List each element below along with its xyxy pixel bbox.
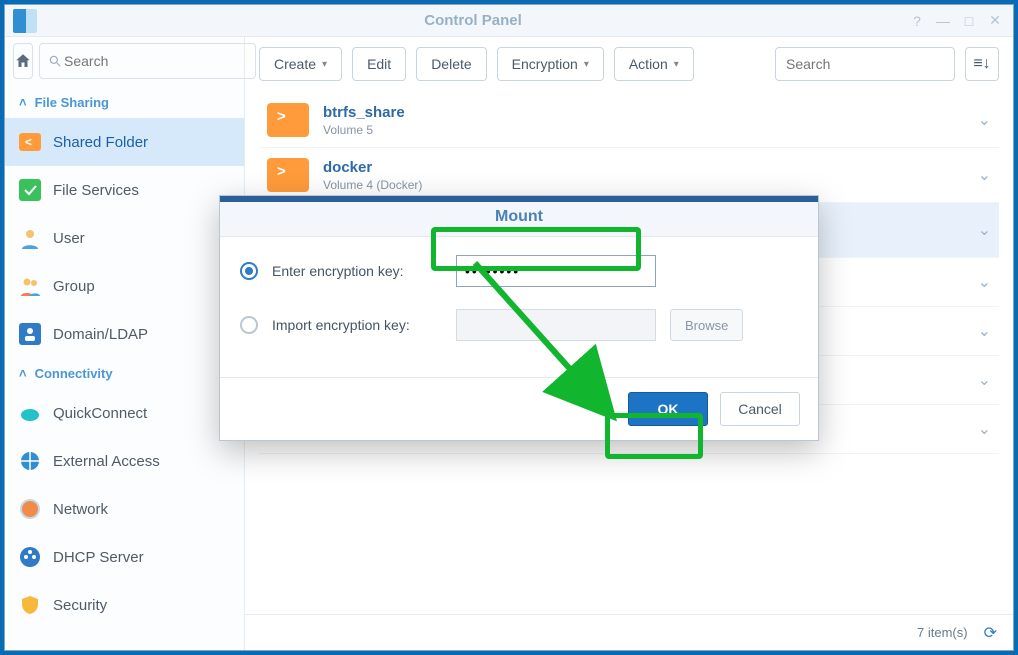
globe-icon (19, 450, 41, 472)
sidebar-search[interactable] (39, 43, 256, 79)
network-icon (19, 498, 41, 520)
sort-button[interactable]: ≡↓ (965, 47, 999, 81)
folder-row[interactable]: btrfs_share Volume 5 ⌄ (259, 93, 999, 148)
sidebar-item-file-services[interactable]: File Services (5, 166, 244, 214)
sidebar-item-dhcp-server[interactable]: DHCP Server (5, 533, 244, 581)
sidebar-group-file-sharing[interactable]: ˄ File Sharing (5, 87, 244, 118)
radio-import-key[interactable] (240, 316, 258, 334)
sidebar-item-label: User (53, 230, 85, 247)
svg-text:<: < (25, 135, 32, 149)
caret-down-icon: ▾ (322, 59, 327, 70)
import-key-label: Import encryption key: (272, 317, 442, 333)
sidebar-item-quickconnect[interactable]: QuickConnect (5, 389, 244, 437)
content-search[interactable] (775, 47, 955, 81)
close-icon[interactable]: ✕ (987, 13, 1003, 29)
folder-icon (267, 103, 309, 137)
cancel-button[interactable]: Cancel (720, 392, 800, 426)
sidebar-item-security[interactable]: Security (5, 581, 244, 629)
folder-sub: Volume 5 (323, 123, 964, 137)
dhcp-icon (19, 546, 41, 568)
share-folder-icon: < (19, 131, 41, 153)
chevron-down-icon[interactable]: ⌄ (978, 110, 991, 130)
control-panel-window: Control Panel ? — □ ✕ ˄ File Sharing (4, 4, 1014, 651)
chevron-down-icon[interactable]: ⌄ (978, 370, 991, 390)
chevron-up-icon: ˄ (19, 95, 27, 110)
cloud-icon (19, 402, 41, 424)
chevron-down-icon[interactable]: ⌄ (978, 272, 991, 292)
shield-icon (19, 594, 41, 616)
encryption-button[interactable]: Encryption▾ (497, 47, 604, 81)
sidebar-item-label: Group (53, 278, 95, 295)
domain-icon (19, 323, 41, 345)
group-icon (19, 275, 41, 297)
item-count: 7 item(s) (917, 625, 968, 640)
enter-key-label: Enter encryption key: (272, 263, 442, 279)
refresh-icon[interactable]: ⟳ (984, 623, 997, 643)
sidebar-item-label: Shared Folder (53, 134, 148, 151)
sidebar-item-label: Network (53, 501, 108, 518)
mount-dialog: Mount Enter encryption key: Import encry… (219, 195, 819, 441)
sidebar-item-label: File Services (53, 182, 139, 199)
status-bar: 7 item(s) ⟳ (245, 614, 1013, 650)
sidebar-item-label: External Access (53, 453, 160, 470)
chevron-down-icon[interactable]: ⌄ (978, 419, 991, 439)
encryption-key-input[interactable] (456, 255, 656, 287)
minimize-icon[interactable]: — (935, 13, 951, 29)
chevron-down-icon[interactable]: ⌄ (978, 220, 991, 240)
ok-button[interactable]: OK (628, 392, 708, 426)
action-button[interactable]: Action▾ (614, 47, 694, 81)
toolbar: Create▾ Edit Delete Encryption▾ Action▾ … (245, 37, 1013, 93)
import-key-path (456, 309, 656, 341)
sidebar-item-shared-folder[interactable]: < Shared Folder (5, 118, 244, 166)
sidebar-item-label: Domain/LDAP (53, 326, 148, 343)
content-search-input[interactable] (784, 55, 969, 73)
browse-button: Browse (670, 309, 743, 341)
chevron-down-icon[interactable]: ⌄ (978, 165, 991, 185)
folder-icon (267, 158, 309, 192)
sidebar-item-domain-ldap[interactable]: Domain/LDAP (5, 310, 244, 358)
home-icon (14, 52, 32, 70)
window-title: Control Panel (37, 12, 909, 29)
radio-enter-key[interactable] (240, 262, 258, 280)
folder-name: btrfs_share (323, 104, 964, 121)
file-services-icon (19, 179, 41, 201)
modal-title: Mount (220, 202, 818, 237)
chevron-down-icon[interactable]: ⌄ (978, 321, 991, 341)
sidebar-search-input[interactable] (62, 52, 247, 70)
sidebar-item-user[interactable]: User (5, 214, 244, 262)
maximize-icon[interactable]: □ (961, 13, 977, 29)
edit-button[interactable]: Edit (352, 47, 406, 81)
sidebar-group-connectivity[interactable]: ˄ Connectivity (5, 358, 244, 389)
help-icon[interactable]: ? (909, 13, 925, 29)
sidebar-item-group[interactable]: Group (5, 262, 244, 310)
titlebar: Control Panel ? — □ ✕ (5, 5, 1013, 37)
search-icon (48, 54, 62, 68)
sidebar-item-external-access[interactable]: External Access (5, 437, 244, 485)
caret-down-icon: ▾ (674, 59, 679, 70)
sidebar-item-label: DHCP Server (53, 549, 144, 566)
chevron-up-icon: ˄ (19, 366, 27, 381)
create-button[interactable]: Create▾ (259, 47, 342, 81)
sidebar: ˄ File Sharing < Shared Folder File Serv… (5, 37, 245, 650)
app-icon (13, 9, 37, 33)
sidebar-item-label: Security (53, 597, 107, 614)
folder-sub: Volume 4 (Docker) (323, 178, 964, 192)
folder-name: docker (323, 159, 964, 176)
user-icon (19, 227, 41, 249)
caret-down-icon: ▾ (584, 59, 589, 70)
sidebar-item-network[interactable]: Network (5, 485, 244, 533)
sidebar-item-label: QuickConnect (53, 405, 147, 422)
delete-button[interactable]: Delete (416, 47, 486, 81)
home-button[interactable] (13, 43, 33, 79)
